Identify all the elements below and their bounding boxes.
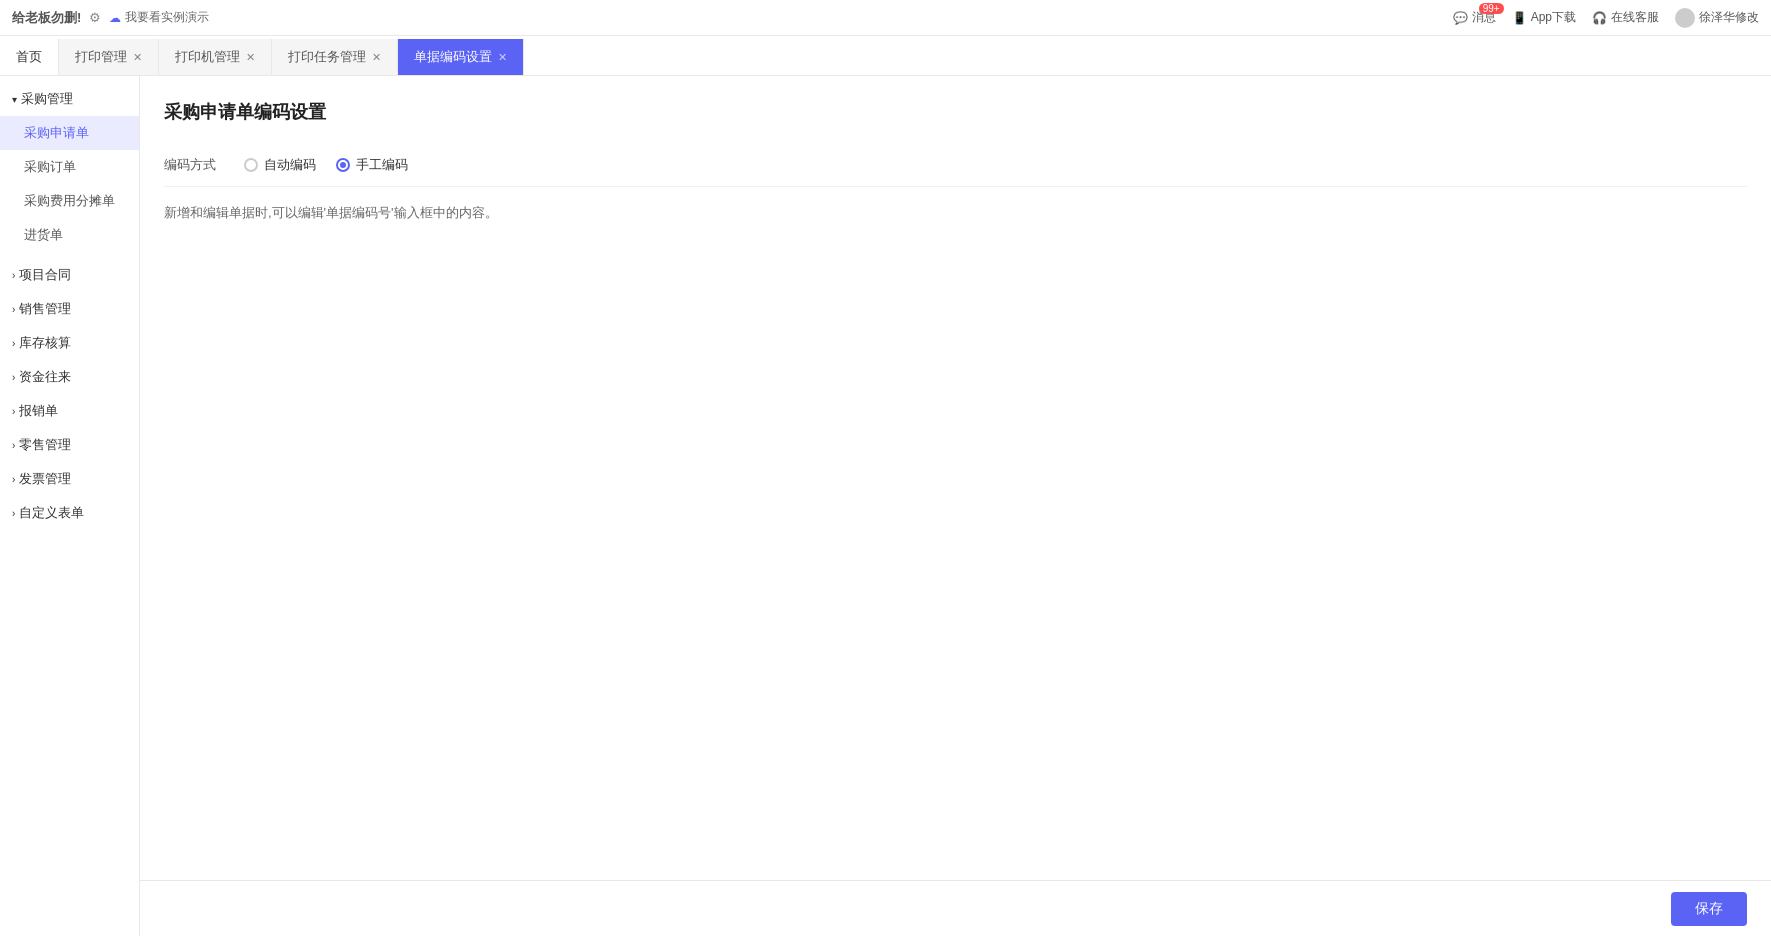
tab-printer-management[interactable]: 打印机管理 ✕	[159, 39, 272, 75]
cloud-icon: ☁	[109, 11, 121, 25]
tab-print-task[interactable]: 打印任务管理 ✕	[272, 39, 398, 75]
top-bar: 给老板勿删! ⚙ ☁ 我要看实例演示 💬 消息 99+ 📱 App下载 🎧 在线…	[0, 0, 1771, 36]
radio-auto-label: 自动编码	[264, 156, 316, 174]
sidebar-item-purchase-expense[interactable]: 采购费用分摊单	[0, 184, 139, 218]
sidebar: ▾ 采购管理 采购申请单 采购订单 采购费用分摊单 进货单 › 项目合同 › 销…	[0, 76, 140, 936]
message-icon: 💬	[1453, 11, 1468, 25]
user-label: 徐泽华修改	[1699, 9, 1759, 26]
hint-text: 新增和编辑单据时,可以编辑'单据编码号'输入框中的内容。	[164, 203, 1747, 224]
sidebar-section-purchase: ▾ 采购管理 采购申请单 采购订单 采购费用分摊单 进货单	[0, 76, 139, 258]
tab-print-management-label: 打印管理	[75, 48, 127, 66]
tab-close-print-task[interactable]: ✕	[372, 51, 381, 64]
radio-manual-circle	[336, 158, 350, 172]
sidebar-group-returns-label: 报销单	[19, 402, 58, 420]
tab-print-task-label: 打印任务管理	[288, 48, 366, 66]
tab-barcode-setting-label: 单据编码设置	[414, 48, 492, 66]
sidebar-group-project-contract[interactable]: › 项目合同	[0, 258, 139, 292]
sidebar-item-stock-in[interactable]: 进货单	[0, 218, 139, 252]
message-button[interactable]: 💬 消息 99+	[1453, 9, 1496, 26]
content-inner: 采购申请单编码设置 编码方式 自动编码 手工编码	[140, 76, 1771, 880]
tab-home[interactable]: 首页	[0, 39, 59, 75]
sidebar-group-project-contract-label: 项目合同	[19, 266, 71, 284]
brand-label: 给老板勿删!	[12, 9, 81, 27]
sidebar-group-capital-label: 资金往来	[19, 368, 71, 386]
chevron-right-icon-capital: ›	[12, 372, 15, 383]
chevron-right-icon-invoice: ›	[12, 474, 15, 485]
sidebar-group-inventory[interactable]: › 库存核算	[0, 326, 139, 360]
sidebar-group-sales[interactable]: › 销售管理	[0, 292, 139, 326]
sidebar-group-invoice-label: 发票管理	[19, 470, 71, 488]
chevron-right-icon-custom: ›	[12, 508, 15, 519]
save-button[interactable]: 保存	[1671, 892, 1747, 926]
radio-manual-label: 手工编码	[356, 156, 408, 174]
sidebar-group-inventory-label: 库存核算	[19, 334, 71, 352]
sidebar-group-retail-label: 零售管理	[19, 436, 71, 454]
page-title: 采购申请单编码设置	[164, 100, 1747, 124]
sidebar-group-capital[interactable]: › 资金往来	[0, 360, 139, 394]
tab-printer-management-label: 打印机管理	[175, 48, 240, 66]
radio-auto-circle	[244, 158, 258, 172]
form-section: 编码方式 自动编码 手工编码 新增和编辑单据时,可以编辑'单据编码号'输入框中的…	[164, 144, 1747, 224]
tab-close-barcode-setting[interactable]: ✕	[498, 51, 507, 64]
chevron-right-icon-sales: ›	[12, 304, 15, 315]
chevron-right-icon-retail: ›	[12, 440, 15, 451]
tab-home-label: 首页	[16, 48, 42, 66]
sidebar-group-custom-form-label: 自定义表单	[19, 504, 84, 522]
encoding-label: 编码方式	[164, 156, 244, 174]
sidebar-group-invoice[interactable]: › 发票管理	[0, 462, 139, 496]
message-badge: 99+	[1479, 3, 1504, 14]
tab-barcode-setting[interactable]: 单据编码设置 ✕	[398, 39, 524, 75]
radio-auto-encoding[interactable]: 自动编码	[244, 156, 316, 174]
sidebar-group-purchase-label: 采购管理	[21, 90, 73, 108]
chevron-right-icon-inventory: ›	[12, 338, 15, 349]
sidebar-group-returns[interactable]: › 报销单	[0, 394, 139, 428]
app-download-label: App下载	[1531, 9, 1576, 26]
headset-icon: 🎧	[1592, 11, 1607, 25]
main-layout: ▾ 采购管理 采购申请单 采购订单 采购费用分摊单 进货单 › 项目合同 › 销…	[0, 76, 1771, 936]
settings-icon[interactable]: ⚙	[89, 10, 101, 25]
user-menu[interactable]: 徐泽华修改	[1675, 8, 1759, 28]
tab-close-print-management[interactable]: ✕	[133, 51, 142, 64]
avatar-icon	[1675, 8, 1695, 28]
encoding-row: 编码方式 自动编码 手工编码	[164, 144, 1747, 187]
demo-link[interactable]: ☁ 我要看实例演示	[109, 9, 209, 26]
sidebar-item-purchase-request[interactable]: 采购申请单	[0, 116, 139, 150]
demo-label: 我要看实例演示	[125, 9, 209, 26]
sidebar-group-purchase[interactable]: ▾ 采购管理	[0, 82, 139, 116]
top-bar-left: 给老板勿删! ⚙ ☁ 我要看实例演示	[12, 9, 209, 27]
tab-bar: 首页 打印管理 ✕ 打印机管理 ✕ 打印任务管理 ✕ 单据编码设置 ✕	[0, 36, 1771, 76]
sidebar-group-custom-form[interactable]: › 自定义表单	[0, 496, 139, 530]
sidebar-group-sales-label: 销售管理	[19, 300, 71, 318]
sidebar-item-purchase-order[interactable]: 采购订单	[0, 150, 139, 184]
sidebar-group-retail[interactable]: › 零售管理	[0, 428, 139, 462]
chevron-down-icon: ▾	[12, 94, 17, 105]
chevron-right-icon: ›	[12, 270, 15, 281]
chevron-right-icon-returns: ›	[12, 406, 15, 417]
content-footer: 保存	[140, 880, 1771, 936]
tab-close-printer-management[interactable]: ✕	[246, 51, 255, 64]
tab-print-management[interactable]: 打印管理 ✕	[59, 39, 159, 75]
top-bar-right: 💬 消息 99+ 📱 App下载 🎧 在线客服 徐泽华修改	[1453, 8, 1759, 28]
online-service-label: 在线客服	[1611, 9, 1659, 26]
radio-manual-encoding[interactable]: 手工编码	[336, 156, 408, 174]
radio-group-encoding: 自动编码 手工编码	[244, 156, 408, 174]
phone-icon: 📱	[1512, 11, 1527, 25]
content-area: 采购申请单编码设置 编码方式 自动编码 手工编码	[140, 76, 1771, 936]
online-service-button[interactable]: 🎧 在线客服	[1592, 9, 1659, 26]
app-download-button[interactable]: 📱 App下载	[1512, 9, 1576, 26]
